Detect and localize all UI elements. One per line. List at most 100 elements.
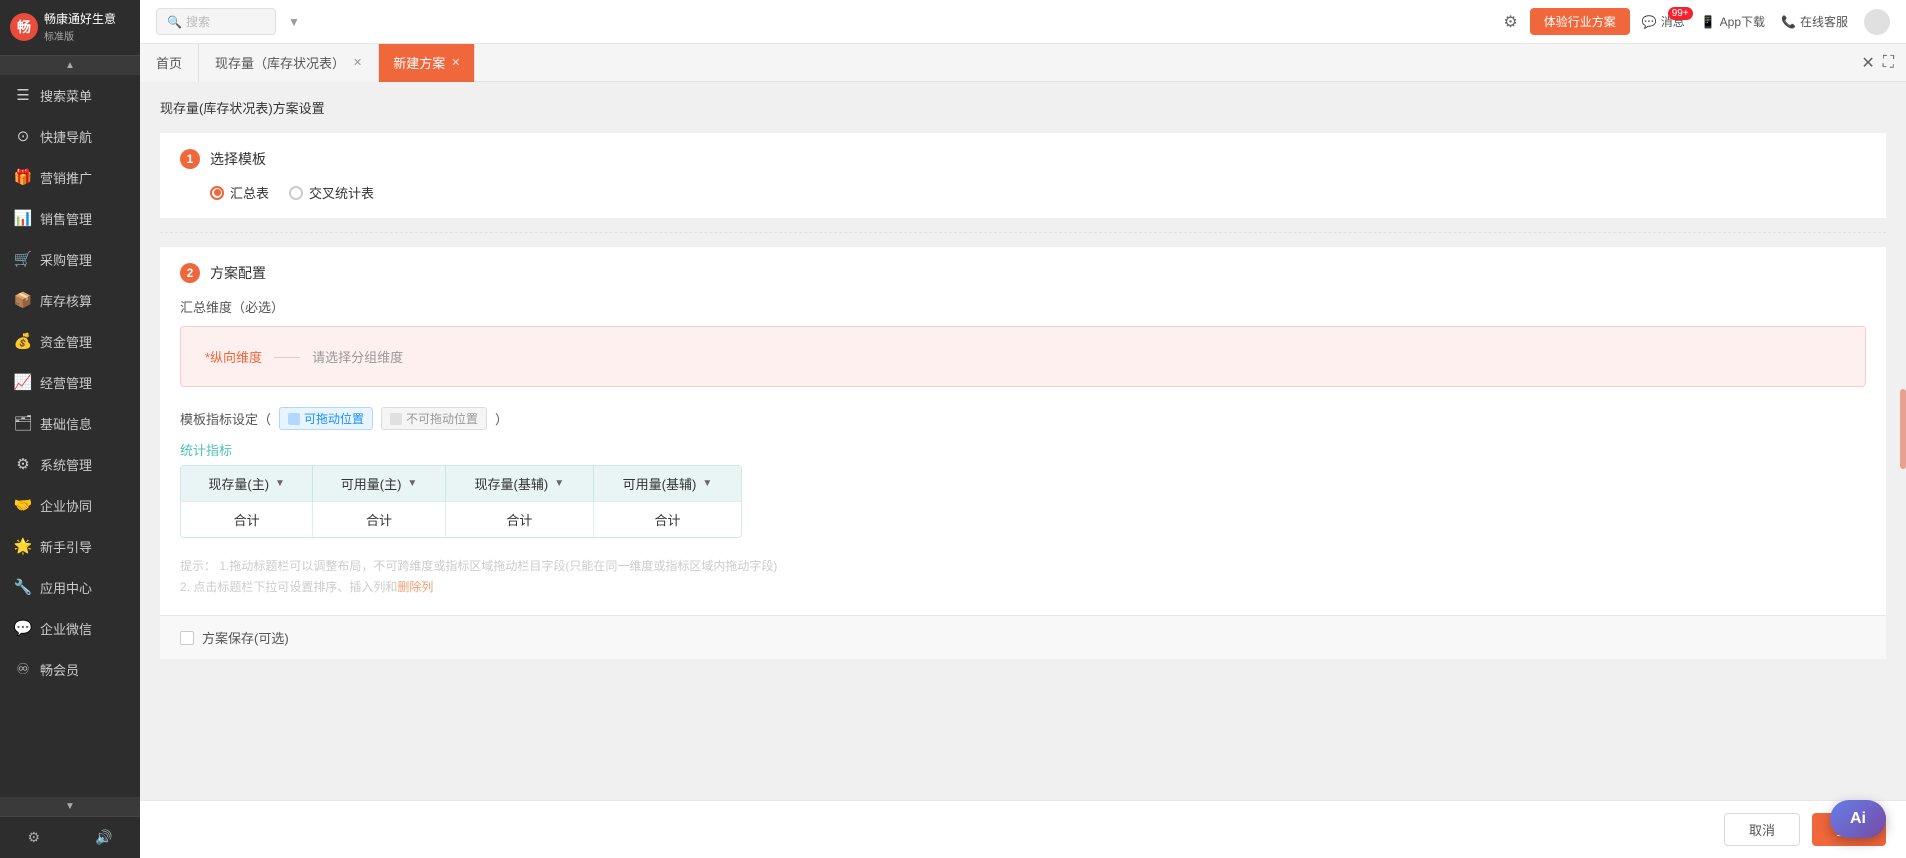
col-4-dropdown-icon[interactable]: ▼ [702,478,712,489]
ai-bubble[interactable]: Ai [1830,800,1886,838]
radio-summary-table[interactable]: 汇总表 [210,183,269,202]
col-header-2[interactable]: 可用量(主) ▼ [313,466,445,502]
sidebar-scroll-down[interactable]: ▼ [0,797,140,816]
save-option-checkbox[interactable] [180,631,194,645]
radio-cross-table[interactable]: 交叉统计表 [289,183,374,202]
sidebar-item-appcenter[interactable]: 🔧 应用中心 [0,567,140,608]
radio-summary-circle [210,186,224,200]
sidebar-item-newguide[interactable]: 🌟 新手引导 [0,526,140,567]
marketing-icon: 🎁 [14,168,32,186]
sidebar-item-label: 采购管理 [40,250,92,269]
sidebar-scroll-up[interactable]: ▲ [0,56,140,75]
dimension-label: *纵向维度 [205,347,262,366]
user-avatar[interactable] [1864,9,1890,35]
col-3-dropdown-icon[interactable]: ▼ [554,478,564,489]
search-icon: 🔍 [167,15,182,29]
col-header-1[interactable]: 现存量(主) ▼ [181,466,313,502]
col-4-label: 可用量(基辅) [623,474,697,493]
message-badge: 99+ [1668,7,1693,20]
stats-section-label: 统计指标 [180,440,1866,459]
sidebar-item-purchase[interactable]: 🛒 采购管理 [0,239,140,280]
newguide-icon: 🌟 [14,537,32,555]
dimension-divider: —— [274,349,300,364]
sidebar-item-label: 新手引导 [40,537,92,556]
sidebar-item-marketing[interactable]: 🎁 营销推广 [0,157,140,198]
sidebar-item-cooperation[interactable]: 🤝 企业协同 [0,485,140,526]
col-header-3[interactable]: 现存量(基辅) ▼ [445,466,593,502]
cell-1-3: 合计 [445,502,593,538]
sidebar-item-label: 企业微信 [40,619,92,638]
system-icon: ⚙ [14,455,32,473]
sidebar-item-basicinfo[interactable]: 🗂 基础信息 [0,403,140,444]
topbar-service-btn[interactable]: 📞 在线客服 [1781,13,1848,30]
sidebar-item-label: 资金管理 [40,332,92,351]
tip-2: 2. 点击标题栏下拉可设置排序、插入列和删除列 [180,578,1866,595]
tab-new-plan[interactable]: 新建方案 ✕ [379,44,475,82]
step1-badge: 1 [180,149,200,169]
cancel-button[interactable]: 取消 [1724,813,1800,846]
sidebar-logo: 畅 畅康通好生意 标准版 [0,0,140,56]
tab-inventory-close-icon[interactable]: ✕ [353,56,362,69]
stats-table: 现存量(主) ▼ 可用量(主) ▼ [181,466,741,537]
dimension-selector-box[interactable]: *纵向维度 —— 请选择分组维度 [180,326,1866,387]
sidebar: 畅 畅康通好生意 标准版 ▲ ☰ 搜索菜单 ⊙ 快捷导航 🎁 营销推广 📊 销售… [0,0,140,858]
sidebar-item-weixin[interactable]: 💬 企业微信 [0,608,140,649]
footer-bar: 取消 查询 [140,800,1906,858]
tab-inventory-status[interactable]: 现存量（库存状况表） ✕ [199,44,379,82]
stats-table-wrapper: 现存量(主) ▼ 可用量(主) ▼ [180,465,742,538]
app-logo-icon: 畅 [10,13,38,41]
sidebar-audio-btn[interactable]: 🔊 [87,825,120,850]
sidebar-item-finance[interactable]: 💰 资金管理 [0,321,140,362]
sidebar-item-inventory[interactable]: 📦 库存核算 [0,280,140,321]
indicator-setting-label: 模板指标设定（ [180,409,271,428]
col-header-4[interactable]: 可用量(基辅) ▼ [593,466,741,502]
sidebar-item-system[interactable]: ⚙ 系统管理 [0,444,140,485]
sidebar-item-label: 快捷导航 [40,127,92,146]
sidebar-item-label: 系统管理 [40,455,92,474]
tip-1: 提示： 1.拖动标题栏可以调整布局，不可跨维度或指标区域拖动栏目字段(只能在同一… [180,557,1866,574]
search-placeholder-text: 搜索 [186,13,210,30]
radio-cross-label: 交叉统计表 [309,183,374,202]
topbar-appdownload-btn[interactable]: 📱 App下载 [1701,13,1765,30]
sidebar-settings-btn[interactable]: ⚙ [20,825,49,850]
sidebar-item-label: 基础信息 [40,414,92,433]
sidebar-item-label: 库存核算 [40,291,92,310]
tab-expand-button[interactable]: ⛶ [1883,54,1894,72]
sidebar-item-label: 畅会员 [40,660,79,679]
col-2-dropdown-icon[interactable]: ▼ [407,478,417,489]
topbar-gear-icon[interactable]: ⚙ [1503,12,1517,32]
step2-section: 2 方案配置 汇总维度（必选） *纵向维度 —— 请选择分组维度 模板指标设定（… [160,247,1886,615]
col-1-label: 现存量(主) [208,474,269,493]
radio-summary-label: 汇总表 [230,183,269,202]
col-1-dropdown-icon[interactable]: ▼ [275,478,285,489]
sidebar-item-management[interactable]: 📈 经营管理 [0,362,140,403]
sidebar-item-search[interactable]: ☰ 搜索菜单 [0,75,140,116]
trial-industry-button[interactable]: 体验行业方案 [1530,8,1630,35]
search-menu-icon: ☰ [14,86,32,104]
sidebar-bottom: ⚙ 🔊 [0,816,140,858]
tab-home-label: 首页 [156,53,182,72]
tab-home[interactable]: 首页 [140,44,199,82]
message-icon: 💬 [1642,15,1657,29]
sidebar-item-label: 营销推广 [40,168,92,187]
sidebar-item-member[interactable]: ♾ 畅会员 [0,649,140,690]
sidebar-item-sales[interactable]: 📊 销售管理 [0,198,140,239]
radio-cross-circle [289,186,303,200]
sidebar-item-label: 经营管理 [40,373,92,392]
tips-section: 提示： 1.拖动标题栏可以调整布局，不可跨维度或指标区域拖动栏目字段(只能在同一… [180,557,1866,595]
page-title: 现存量(库存状况表)方案设置 [160,98,1886,117]
template-radio-group: 汇总表 交叉统计表 [210,183,1866,202]
step2-header: 2 方案配置 [180,263,1866,283]
topbar-search-box[interactable]: 🔍 搜索 [156,8,276,35]
member-icon: ♾ [14,660,32,678]
indicator-suffix: ） [495,409,508,428]
weixin-icon: 💬 [14,619,32,637]
sidebar-nav: ☰ 搜索菜单 ⊙ 快捷导航 🎁 营销推广 📊 销售管理 🛒 采购管理 📦 库存核… [0,75,140,797]
topbar-message-btn[interactable]: 💬 消息 99+ [1642,13,1685,30]
tab-new-close-icon[interactable]: ✕ [451,56,460,69]
topbar-right: 💬 消息 99+ 📱 App下载 📞 在线客服 [1642,9,1890,35]
sidebar-item-quicknav[interactable]: ⊙ 快捷导航 [0,116,140,157]
quicknav-icon: ⊙ [14,127,32,145]
dimension-placeholder: 请选择分组维度 [312,347,403,366]
tab-close-button[interactable]: ✕ [1861,53,1874,73]
